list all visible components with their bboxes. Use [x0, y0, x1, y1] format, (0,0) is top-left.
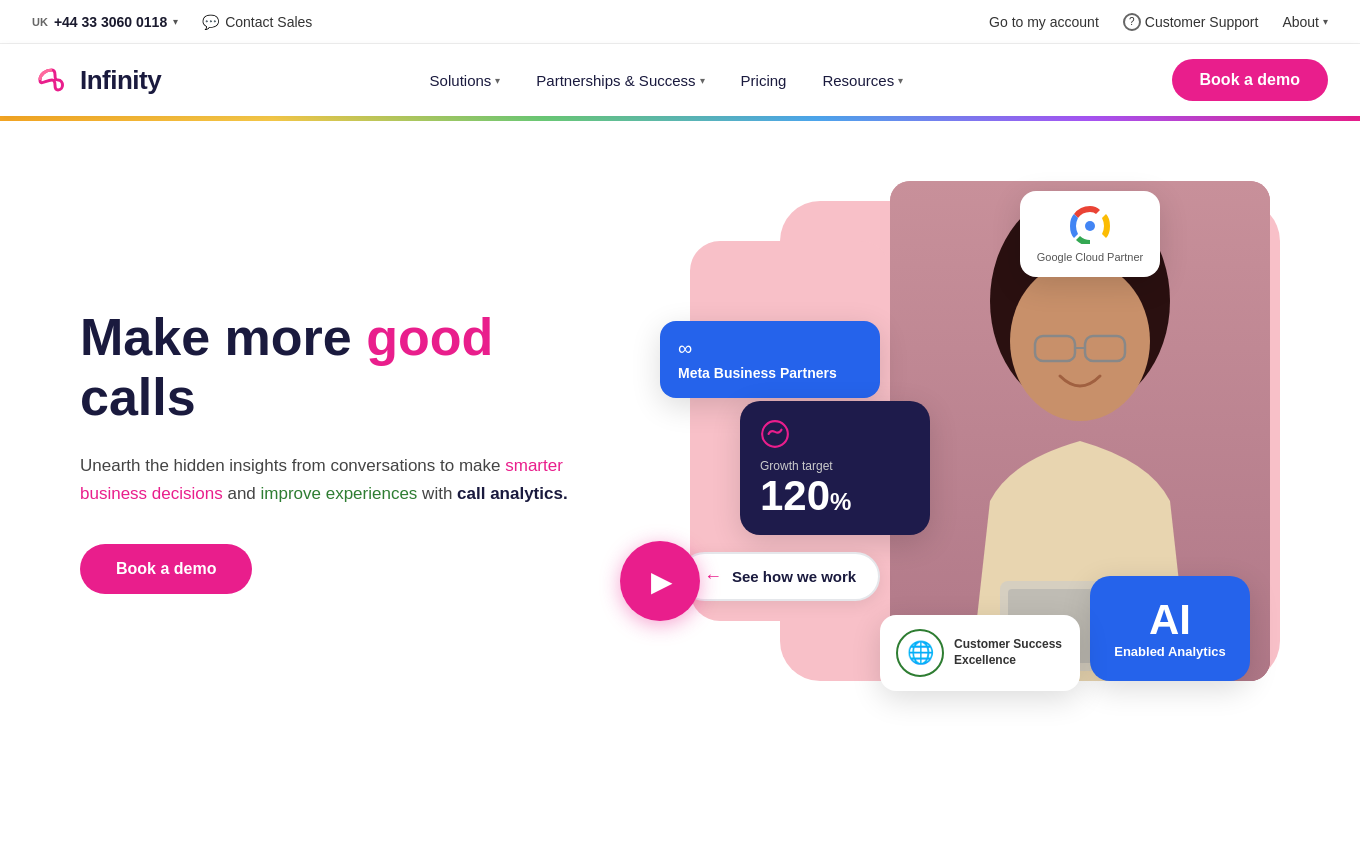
top-bar-right: Go to my account ? Customer Support Abou… — [989, 13, 1328, 31]
go-to-account-label: Go to my account — [989, 14, 1099, 30]
see-how-label: See how we work — [732, 568, 856, 585]
meta-logo: ∞ — [678, 337, 862, 360]
see-how-we-work-button[interactable]: ← See how we work — [680, 552, 880, 601]
meta-business-card: ∞ Meta Business Partners — [660, 321, 880, 398]
growth-label: Growth target — [760, 459, 910, 473]
growth-number-value: 120 — [760, 472, 830, 519]
subtitle-improve: improve experiences — [261, 484, 418, 503]
logo-text: Infinity — [80, 65, 161, 96]
about-dropdown-arrow: ▾ — [1323, 16, 1328, 27]
customer-success-card: 🌐 Customer Success Excellence — [880, 615, 1080, 691]
subtitle-and: and — [223, 484, 261, 503]
google-cloud-icon — [1066, 206, 1114, 244]
hero-title-good: good — [366, 308, 493, 366]
growth-icon — [760, 419, 790, 449]
nav-book-demo-button[interactable]: Book a demo — [1172, 59, 1328, 101]
customer-success-icon: 🌐 — [896, 629, 944, 677]
growth-number: 120% — [760, 475, 910, 517]
hero-title: Make more good calls — [80, 308, 600, 428]
meta-infinity-icon: ∞ — [678, 337, 692, 360]
nav-partnerships-label: Partnerships & Success — [536, 72, 695, 89]
svg-point-8 — [1085, 221, 1095, 231]
play-icon: ▶ — [651, 565, 673, 598]
google-cloud-card: Google Cloud Partner — [1020, 191, 1160, 277]
nav-partnerships[interactable]: Partnerships & Success ▾ — [522, 64, 718, 97]
logo-link[interactable]: Infinity — [32, 60, 161, 100]
svg-point-9 — [762, 421, 788, 447]
top-bar: UK +44 33 3060 0118 ▾ 💬 Contact Sales Go… — [0, 0, 1360, 44]
nav-links: Solutions ▾ Partnerships & Success ▾ Pri… — [416, 64, 918, 97]
customer-support-label: Customer Support — [1145, 14, 1259, 30]
hero-subtitle: Unearth the hidden insights from convers… — [80, 452, 600, 508]
hero-book-demo-button[interactable]: Book a demo — [80, 544, 252, 594]
customer-support-icon: ? — [1123, 13, 1141, 31]
phone-dropdown-arrow[interactable]: ▾ — [173, 16, 178, 27]
phone-number: +44 33 3060 0118 — [54, 14, 167, 30]
contact-sales-label: Contact Sales — [225, 14, 312, 30]
subtitle-end: with — [417, 484, 457, 503]
partnerships-caret: ▾ — [700, 75, 705, 86]
google-cloud-logo — [1066, 205, 1114, 245]
hero-visual: Google Cloud Partner ∞ Meta Business Par… — [660, 181, 1280, 721]
hero-title-after: calls — [80, 368, 196, 426]
nav-solutions[interactable]: Solutions ▾ — [416, 64, 515, 97]
top-bar-left: UK +44 33 3060 0118 ▾ 💬 Contact Sales — [32, 14, 312, 30]
contact-sales-link[interactable]: 💬 Contact Sales — [202, 14, 312, 30]
google-cloud-text: Google Cloud Partner — [1036, 251, 1144, 263]
uk-label: UK — [32, 16, 48, 28]
play-video-button[interactable]: ▶ — [620, 541, 700, 621]
ai-text: AI — [1106, 596, 1234, 644]
see-how-arrow-icon: ← — [704, 566, 722, 587]
growth-percent-sign: % — [830, 488, 851, 515]
resources-caret: ▾ — [898, 75, 903, 86]
meta-card-text: Meta Business Partners — [678, 364, 862, 382]
nav-pricing-label: Pricing — [741, 72, 787, 89]
hero-title-before: Make more — [80, 308, 366, 366]
main-nav: Infinity Solutions ▾ Partnerships & Succ… — [0, 44, 1360, 116]
growth-target-card: Growth target 120% — [740, 401, 930, 535]
about-link[interactable]: About ▾ — [1282, 14, 1328, 30]
hero-section: Make more good calls Unearth the hidden … — [0, 121, 1360, 781]
subtitle-bold-end: call analytics. — [457, 484, 568, 503]
about-label: About — [1282, 14, 1319, 30]
nav-resources[interactable]: Resources ▾ — [808, 64, 917, 97]
contact-sales-icon: 💬 — [202, 14, 219, 30]
subtitle-line1: Unearth the hidden insights from convers… — [80, 456, 505, 475]
logo-icon — [32, 60, 72, 100]
customer-success-text: Customer Success Excellence — [954, 637, 1064, 668]
solutions-caret: ▾ — [495, 75, 500, 86]
phone-region[interactable]: UK +44 33 3060 0118 ▾ — [32, 14, 178, 30]
svg-point-1 — [1010, 261, 1150, 421]
ai-sub-text: Enabled Analytics — [1106, 644, 1234, 661]
hero-content: Make more good calls Unearth the hidden … — [80, 308, 600, 594]
nav-pricing[interactable]: Pricing — [727, 64, 801, 97]
go-to-account-link[interactable]: Go to my account — [989, 14, 1099, 30]
ai-analytics-card: AI Enabled Analytics — [1090, 576, 1250, 681]
nav-solutions-label: Solutions — [430, 72, 492, 89]
nav-resources-label: Resources — [822, 72, 894, 89]
customer-support-link[interactable]: ? Customer Support — [1123, 13, 1259, 31]
